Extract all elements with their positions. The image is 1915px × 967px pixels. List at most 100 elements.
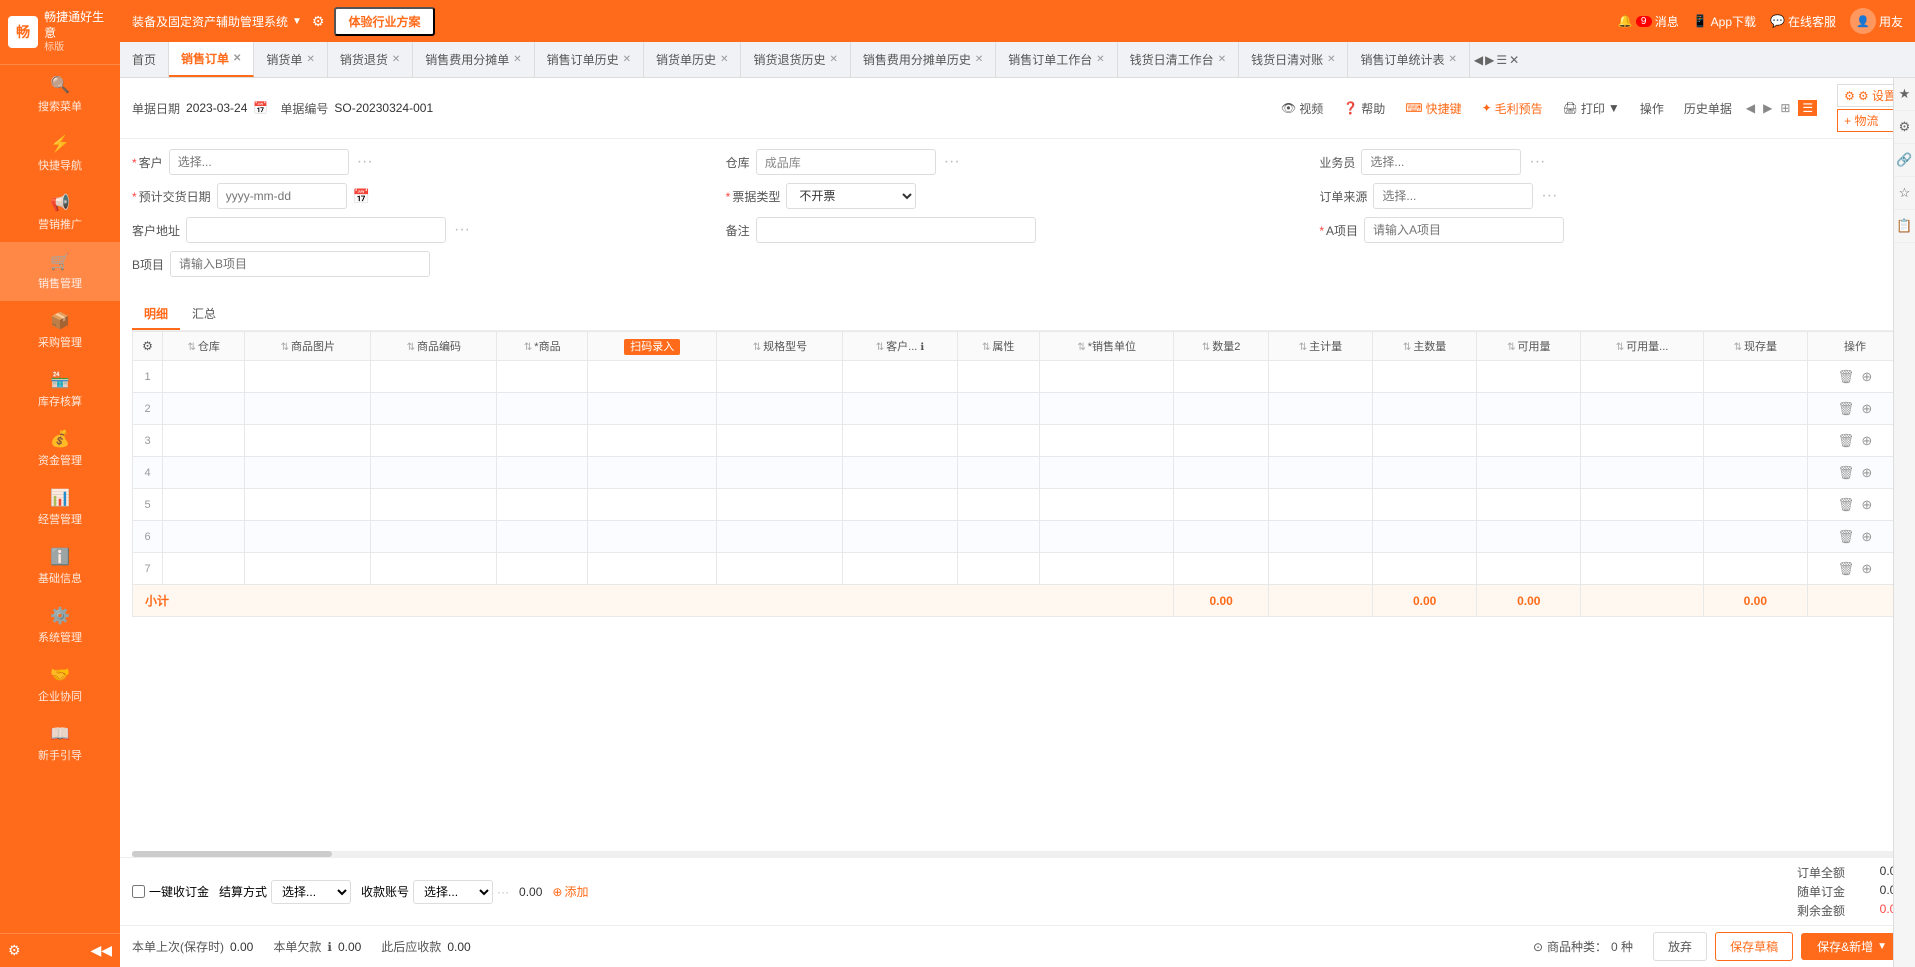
row-warehouse[interactable] — [163, 553, 245, 585]
tab-menu-btn[interactable]: ☰ — [1496, 53, 1507, 67]
view-action[interactable]: 👁 视频 — [1275, 98, 1329, 119]
row-quantity2[interactable] — [1174, 393, 1268, 425]
row-quantity2[interactable] — [1174, 425, 1268, 457]
note-input[interactable] — [756, 217, 1036, 243]
row-sales-unit[interactable] — [1039, 553, 1174, 585]
row-product-image[interactable] — [245, 425, 371, 457]
delete-row-icon[interactable]: 🗑 — [1838, 433, 1855, 448]
sidebar-item-inventory[interactable]: 🏪 库存核算 — [0, 360, 120, 419]
tab-close-icon[interactable]: ✕ — [233, 53, 241, 64]
row-product-image[interactable] — [245, 489, 371, 521]
row-spec[interactable] — [717, 553, 843, 585]
right-panel-btn-3[interactable]: 🔗 — [1894, 144, 1915, 177]
delete-row-icon[interactable]: 🗑 — [1838, 369, 1855, 384]
delivery-date-input[interactable] — [217, 183, 347, 209]
tab-sales-delivery[interactable]: 销货单 ✕ — [254, 42, 327, 77]
copy-row-icon[interactable]: ⊕ — [1861, 529, 1872, 544]
row-spec[interactable] — [717, 393, 843, 425]
tab-prev-btn[interactable]: ◀ — [1474, 53, 1483, 67]
row-sales-unit[interactable] — [1039, 425, 1174, 457]
row-customer-code[interactable] — [843, 425, 957, 457]
sidebar-item-basic-info[interactable]: ℹ️ 基础信息 — [0, 537, 120, 596]
tab-daily-reconciliation[interactable]: 钱货日清对账 ✕ — [1239, 42, 1348, 77]
online-service-item[interactable]: 💬 在线客服 — [1770, 13, 1836, 30]
print-action[interactable]: 🖨 打印 ▼ — [1557, 98, 1626, 119]
warehouse-more-icon[interactable]: ··· — [944, 153, 960, 171]
row-available-qty[interactable] — [1477, 521, 1581, 553]
row-attribute[interactable] — [957, 521, 1039, 553]
row-product-code[interactable] — [371, 393, 497, 425]
sidebar-item-purchase[interactable]: 📦 采购管理 — [0, 301, 120, 360]
row-spec[interactable] — [717, 521, 843, 553]
tab-expense-history[interactable]: 销售费用分摊单历史 ✕ — [851, 42, 996, 77]
tab-close-icon[interactable]: ✕ — [1449, 54, 1457, 65]
salesperson-input[interactable] — [1361, 149, 1521, 175]
delete-row-icon[interactable]: 🗑 — [1838, 497, 1855, 512]
row-available-qty[interactable] — [1477, 393, 1581, 425]
tab-close-icon[interactable]: ✕ — [623, 54, 631, 65]
row-customer-code[interactable] — [843, 553, 957, 585]
copy-row-icon[interactable]: ⊕ — [1861, 433, 1872, 448]
row-current-qty[interactable] — [1703, 521, 1807, 553]
row-attribute[interactable] — [957, 553, 1039, 585]
save-draft-button[interactable]: 保存草稿 — [1715, 932, 1793, 961]
row-main-quantity[interactable] — [1373, 393, 1477, 425]
tab-return-history[interactable]: 销货退货历史 ✕ — [741, 42, 850, 77]
row-warehouse[interactable] — [163, 425, 245, 457]
row-sales-unit[interactable] — [1039, 457, 1174, 489]
row-current-qty[interactable] — [1703, 489, 1807, 521]
row-spec[interactable] — [717, 489, 843, 521]
row-main-unit[interactable] — [1268, 489, 1372, 521]
copy-row-icon[interactable]: ⊕ — [1861, 369, 1872, 384]
tab-close-icon[interactable]: ✕ — [1096, 54, 1104, 65]
copy-row-icon[interactable]: ⊕ — [1861, 465, 1872, 480]
th-settings[interactable]: ⚙ — [133, 332, 163, 361]
row-attribute[interactable] — [957, 489, 1039, 521]
one-click-order-checkbox[interactable] — [132, 885, 145, 898]
tab-order-stats[interactable]: 销售订单统计表 ✕ — [1348, 42, 1469, 77]
row-spec[interactable] — [717, 361, 843, 393]
sidebar-item-sales[interactable]: 🛒 销售管理 — [0, 242, 120, 301]
right-panel-btn-2[interactable]: ⚙ — [1894, 111, 1915, 144]
row-product-code[interactable] — [371, 489, 497, 521]
discard-button[interactable]: 放弃 — [1653, 932, 1707, 961]
order-source-more-icon[interactable]: ··· — [1541, 187, 1557, 205]
save-new-button[interactable]: 保存&新增 ▼ — [1801, 933, 1903, 960]
row-main-unit[interactable] — [1268, 553, 1372, 585]
tab-delivery-history[interactable]: 销货单历史 ✕ — [644, 42, 741, 77]
nav-next-btn[interactable]: ▶ — [1763, 101, 1772, 115]
address-input[interactable] — [186, 217, 446, 243]
row-main-unit[interactable] — [1268, 457, 1372, 489]
row-available-qty2[interactable] — [1581, 521, 1703, 553]
row-quantity2[interactable] — [1174, 521, 1268, 553]
sidebar-settings-btn[interactable]: ⚙ — [8, 942, 21, 959]
tab-close-icon[interactable]: ✕ — [829, 54, 837, 65]
warehouse-input[interactable] — [756, 149, 936, 175]
row-warehouse[interactable] — [163, 457, 245, 489]
row-main-quantity[interactable] — [1373, 521, 1477, 553]
row-product-code[interactable] — [371, 521, 497, 553]
profit-action[interactable]: ✦ 毛利预告 — [1476, 98, 1549, 119]
tab-sales-order[interactable]: 销售订单 ✕ — [169, 42, 254, 77]
row-sales-unit[interactable] — [1039, 521, 1174, 553]
tab-close-icon[interactable]: ✕ — [720, 54, 728, 65]
row-product-image[interactable] — [245, 393, 371, 425]
copy-row-icon[interactable]: ⊕ — [1861, 497, 1872, 512]
calendar-icon[interactable]: 📅 — [253, 101, 268, 115]
sidebar-item-guide[interactable]: 📖 新手引导 — [0, 714, 120, 773]
delete-row-icon[interactable]: 🗑 — [1838, 465, 1855, 480]
row-quantity2[interactable] — [1174, 361, 1268, 393]
row-quantity2[interactable] — [1174, 457, 1268, 489]
row-main-quantity[interactable] — [1373, 425, 1477, 457]
row-product-code[interactable] — [371, 425, 497, 457]
row-product-image[interactable] — [245, 553, 371, 585]
tab-next-btn[interactable]: ▶ — [1485, 53, 1494, 67]
notification-item[interactable]: 🔔 9 消息 — [1618, 13, 1679, 30]
delete-row-icon[interactable]: 🗑 — [1838, 561, 1855, 576]
row-main-quantity[interactable] — [1373, 553, 1477, 585]
tab-close-all-btn[interactable]: ✕ — [1509, 53, 1519, 67]
sidebar-item-marketing[interactable]: 📢 营销推广 — [0, 183, 120, 242]
scan-input-btn[interactable]: 扫码录入 — [624, 339, 680, 355]
account-more-icon[interactable]: ··· — [497, 885, 509, 899]
row-product[interactable] — [497, 425, 588, 457]
